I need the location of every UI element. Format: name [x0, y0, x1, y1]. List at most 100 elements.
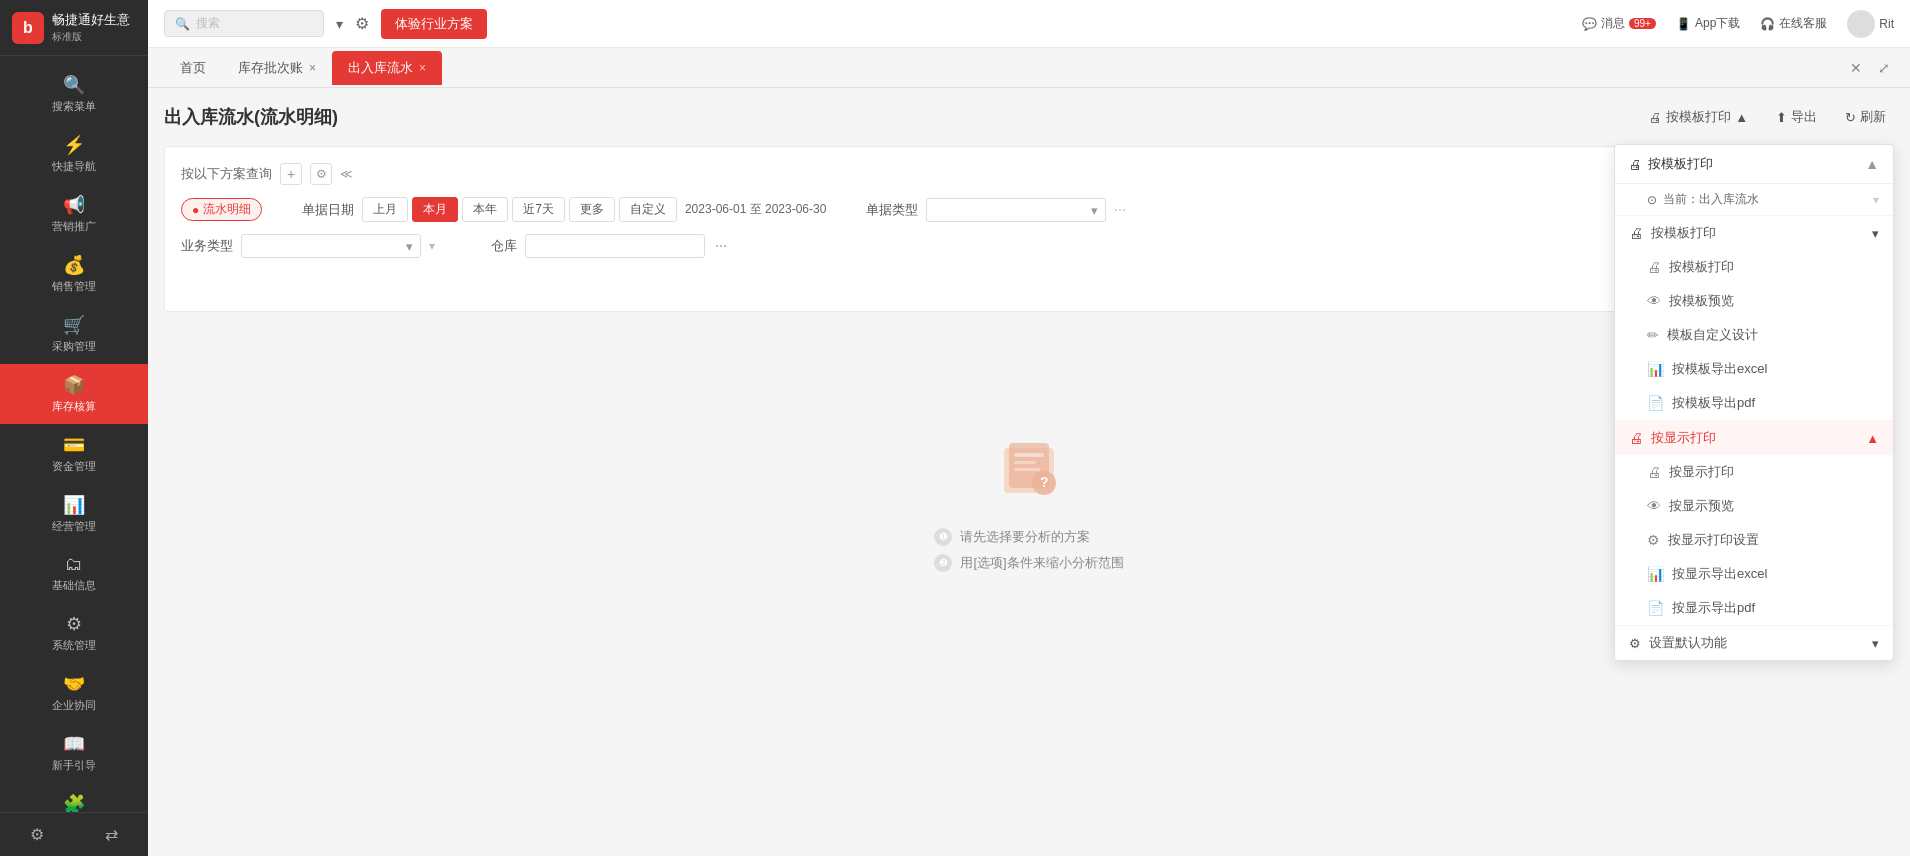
disp-pdf-label: 按显示导出pdf: [1672, 599, 1755, 617]
settings-bottom-icon[interactable]: ⚙: [30, 825, 44, 844]
collapse-sidebar-icon[interactable]: ⇄: [105, 825, 118, 844]
sidebar-item-system[interactable]: ⚙ 系统管理: [0, 603, 148, 663]
sidebar-item-purchase[interactable]: 🛒 采购管理: [0, 304, 148, 364]
sidebar-item-label-search: 搜索菜单: [52, 99, 96, 114]
system-icon: ⚙: [66, 613, 82, 635]
panel-item-template-custom[interactable]: ✏ 模板自定义设计: [1615, 318, 1893, 352]
template-section-chevron: ▾: [1872, 226, 1879, 241]
display-section-header[interactable]: 🖨 按显示打印 ▲: [1615, 421, 1893, 455]
sub-pdf-icon: 📄: [1647, 395, 1664, 411]
page-title: 出入库流水(流水明细): [164, 105, 338, 129]
template-section-header[interactable]: 🖨 按模板打印 ▾: [1615, 216, 1893, 250]
date-filter-group: 单据日期 上月 本月 本年 近7天 更多 自定义 2023-06-01 至 20…: [302, 197, 826, 222]
page-content: 出入库流水(流水明细) 🖨 按模板打印 ▲ ⬆ 导出 ↻ 刷新: [148, 88, 1910, 856]
tab-batch-close[interactable]: ×: [309, 61, 316, 75]
set-default-arrow: ▾: [1872, 636, 1879, 651]
panel-item-display-excel[interactable]: 📊 按显示导出excel: [1615, 557, 1893, 591]
set-default-icon: ⚙: [1629, 636, 1641, 651]
page-header: 出入库流水(流水明细) 🖨 按模板打印 ▲ ⬆ 导出 ↻ 刷新: [164, 104, 1894, 130]
sidebar-item-guide[interactable]: 📖 新手引导: [0, 723, 148, 783]
date-btn-this-month[interactable]: 本月: [412, 197, 458, 222]
panel-item-display-pdf[interactable]: 📄 按显示导出pdf: [1615, 591, 1893, 625]
panel-printer-icon: 🖨: [1629, 157, 1642, 172]
add-filter-button[interactable]: +: [280, 163, 302, 185]
sidebar-item-inventory[interactable]: 📦 库存核算: [0, 364, 148, 424]
panel-template-section: 🖨 按模板打印 ▾ 🖨 按模板打印 👁 按模板预览 ✏ 模板自定义设计: [1615, 216, 1893, 421]
filter-chip-flow[interactable]: ● 流水明细: [181, 198, 262, 221]
tab-batch-label: 库存批次账: [238, 59, 303, 77]
sidebar-item-label-shortcut: 快捷导航: [52, 159, 96, 174]
sidebar-item-sales[interactable]: 💰 销售管理: [0, 244, 148, 304]
page-actions: 🖨 按模板打印 ▲ ⬆ 导出 ↻ 刷新: [1641, 104, 1894, 130]
maximize-window-button[interactable]: ⤢: [1874, 58, 1894, 78]
svg-rect-3: [1014, 461, 1036, 464]
sidebar-item-label-sales: 销售管理: [52, 279, 96, 294]
tab-batch[interactable]: 库存批次账 ×: [222, 51, 332, 85]
filter-collapse-button[interactable]: ≪: [340, 167, 353, 181]
sidebar-item-marketing[interactable]: 📢 营销推广: [0, 184, 148, 244]
panel-item-display-settings[interactable]: ⚙ 按显示打印设置: [1615, 523, 1893, 557]
sidebar-item-label-cooperation: 企业协同: [52, 698, 96, 713]
panel-item-display-preview[interactable]: 👁 按显示预览: [1615, 489, 1893, 523]
tab-flow-close[interactable]: ×: [419, 61, 426, 75]
date-btn-more[interactable]: 更多: [569, 197, 615, 222]
sidebar-item-finance[interactable]: 💳 资金管理: [0, 424, 148, 484]
close-window-button[interactable]: ✕: [1846, 58, 1866, 78]
panel-current-label: ⊙ 当前：出入库流水: [1647, 191, 1759, 208]
panel-item-template-preview[interactable]: 👁 按模板预览: [1615, 284, 1893, 318]
doc-type-select-wrapper[interactable]: [926, 198, 1106, 222]
disp-print-label: 按显示打印: [1669, 463, 1734, 481]
export-button[interactable]: ⬆ 导出: [1768, 104, 1825, 130]
sidebar-item-basic[interactable]: 🗂 基础信息: [0, 544, 148, 603]
doc-type-select[interactable]: [926, 198, 1106, 222]
sidebar-item-cooperation[interactable]: 🤝 企业协同: [0, 663, 148, 723]
date-btn-custom[interactable]: 自定义: [619, 197, 677, 222]
panel-collapse-button[interactable]: ▲: [1865, 156, 1879, 172]
empty-step-1: ❶ 请先选择要分析的方案: [934, 524, 1123, 550]
disp-excel-icon: 📊: [1647, 566, 1664, 582]
sub-preview-icon: 👁: [1647, 293, 1661, 309]
business-type-select[interactable]: [241, 234, 421, 258]
sidebar-item-operation[interactable]: 📊 经营管理: [0, 484, 148, 544]
tabs-right-actions: ✕ ⤢: [1846, 58, 1894, 78]
online-service-button[interactable]: 🎧 在线客服: [1760, 15, 1827, 32]
doc-type-group: 单据类型 ⋯: [866, 198, 1126, 222]
warehouse-more-button[interactable]: ⋯: [715, 239, 727, 253]
industry-solution-button[interactable]: 体验行业方案: [381, 9, 487, 39]
panel-set-default[interactable]: ⚙ 设置默认功能 ▾: [1615, 626, 1893, 660]
app-download-button[interactable]: 📱 App下载: [1676, 15, 1740, 32]
business-type-dropdown-icon[interactable]: ▾: [429, 239, 435, 253]
sidebar-item-shortcut[interactable]: ⚡ 快捷导航: [0, 124, 148, 184]
date-btn-last-month[interactable]: 上月: [362, 197, 408, 222]
panel-item-template-excel[interactable]: 📊 按模板导出excel: [1615, 352, 1893, 386]
tab-home[interactable]: 首页: [164, 51, 222, 85]
search-icon: 🔍: [63, 74, 85, 96]
topbar-search-box[interactable]: 🔍 搜索: [164, 10, 324, 37]
topbar-gear-icon[interactable]: ⚙: [355, 14, 369, 33]
tab-flow[interactable]: 出入库流水 ×: [332, 51, 442, 85]
sidebar-item-app-center[interactable]: 🧩 应用中心: [0, 783, 148, 812]
doc-type-more-btn[interactable]: ⋯: [1114, 203, 1126, 217]
business-type-select-wrapper[interactable]: [241, 234, 421, 258]
panel-item-template-print[interactable]: 🖨 按模板打印: [1615, 250, 1893, 284]
message-button[interactable]: 💬 消息 99+: [1582, 15, 1656, 32]
date-btn-7-days[interactable]: 近7天: [512, 197, 565, 222]
panel-header-title: 🖨 按模板打印: [1629, 155, 1713, 173]
refresh-button[interactable]: ↻ 刷新: [1837, 104, 1894, 130]
chip-icon: ●: [192, 203, 199, 217]
panel-item-display-print[interactable]: 🖨 按显示打印: [1615, 455, 1893, 489]
sub-print-label: 按模板打印: [1669, 258, 1734, 276]
sidebar-item-search[interactable]: 🔍 搜索菜单: [0, 64, 148, 124]
user-avatar-button[interactable]: Rit: [1847, 10, 1894, 38]
filter-setting-button[interactable]: ⚙: [310, 163, 332, 185]
sidebar-nav: 🔍 搜索菜单 ⚡ 快捷导航 📢 营销推广 💰 销售管理 🛒 采购管理 📦 库存核…: [0, 56, 148, 812]
date-btn-this-year[interactable]: 本年: [462, 197, 508, 222]
topbar-dropdown-button[interactable]: ▾: [336, 16, 343, 32]
print-template-button[interactable]: 🖨 按模板打印 ▲: [1641, 104, 1756, 130]
sidebar-item-label-inventory: 库存核算: [52, 399, 96, 414]
panel-item-template-pdf[interactable]: 📄 按模板导出pdf: [1615, 386, 1893, 420]
warehouse-input[interactable]: [525, 234, 705, 258]
current-icon: ⊙: [1647, 193, 1657, 207]
print-dropdown-panel: 🖨 按模板打印 ▲ ⊙ 当前：出入库流水 ▾ 🖨 按模板打印: [1614, 144, 1894, 661]
filter-actions: 按以下方案查询 + ⚙ ≪: [181, 163, 353, 185]
